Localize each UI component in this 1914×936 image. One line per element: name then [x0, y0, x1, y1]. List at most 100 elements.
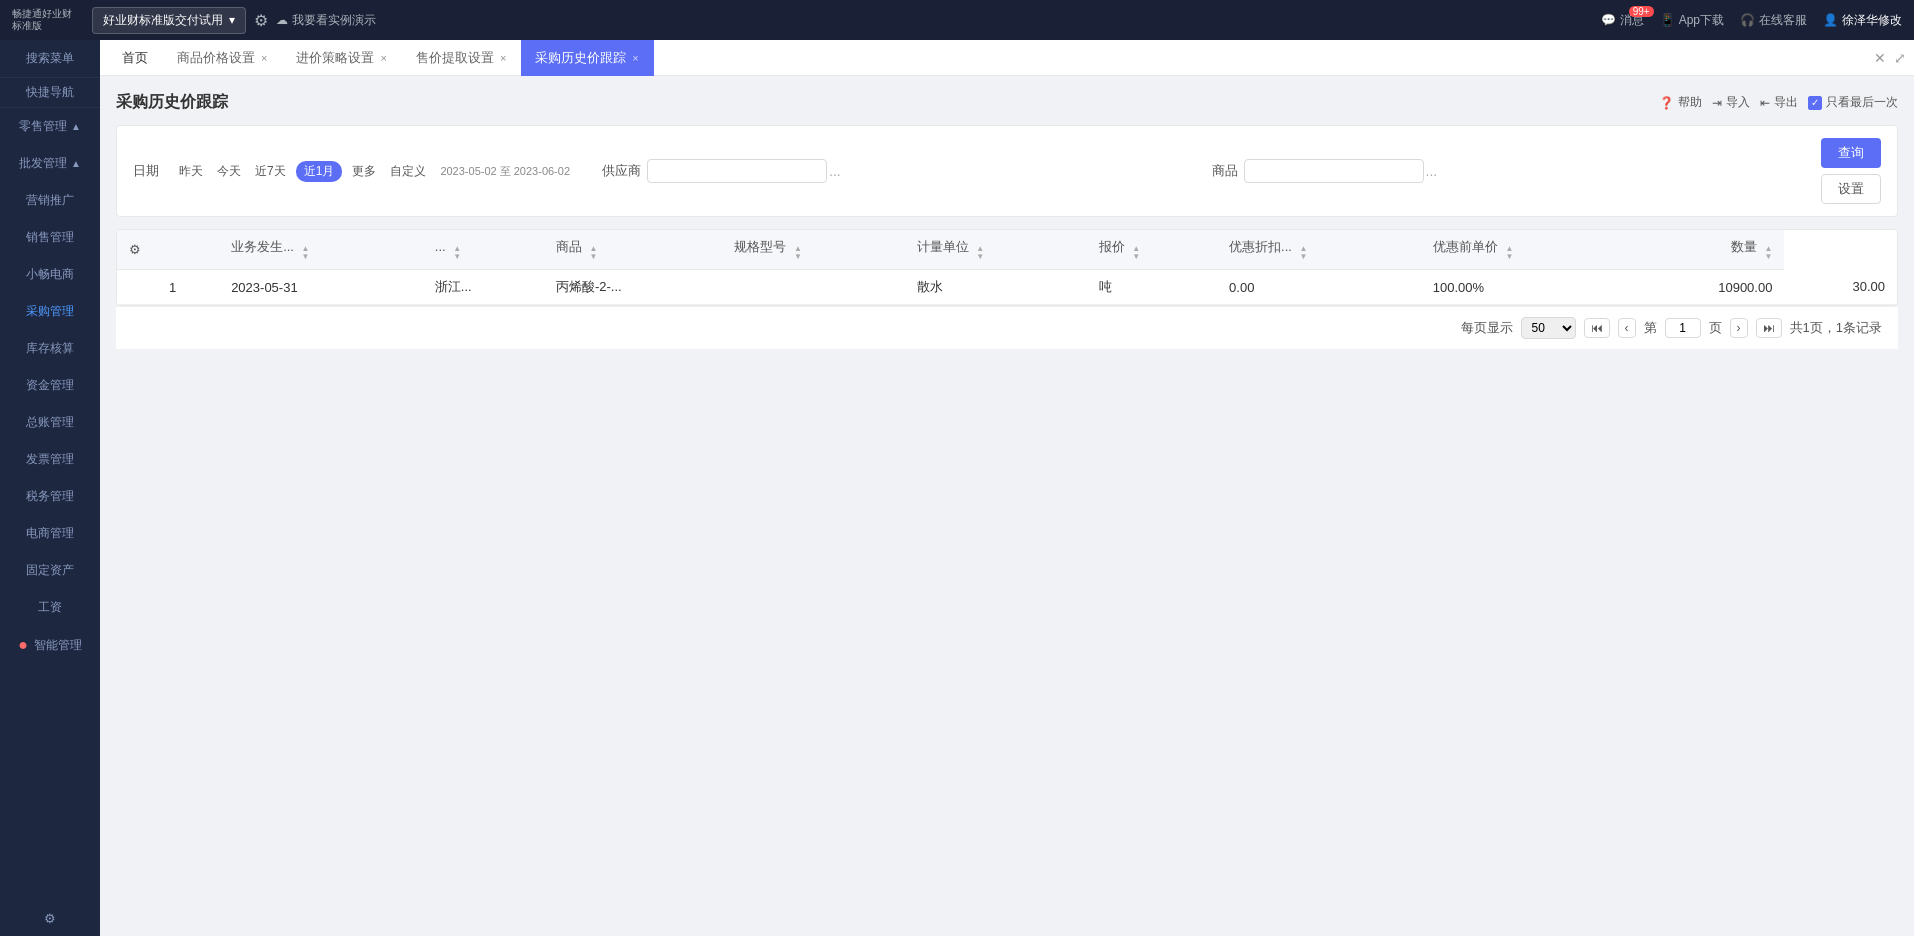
sidebar: 搜索菜单 快捷导航 零售管理 ▲ 批发管理 ▲ 营销推广 销售管理 小畅电商 采…: [0, 40, 100, 936]
next-page-button[interactable]: ›: [1730, 318, 1748, 338]
sidebar-item-retail[interactable]: 零售管理 ▲: [0, 108, 100, 145]
page-number-input[interactable]: [1665, 318, 1701, 338]
last-page-button[interactable]: ⏭: [1756, 318, 1782, 338]
sidebar-item-salary[interactable]: 工资: [0, 589, 100, 626]
table-header-row: ⚙ 业务发生... ▲▼ ... ▲▼: [117, 230, 1897, 270]
prev-page-button[interactable]: ‹: [1618, 318, 1636, 338]
col-goods[interactable]: 商品 ▲▼: [544, 230, 723, 270]
sidebar-item-inventory[interactable]: 库存核算: [0, 330, 100, 367]
sidebar-item-intelligent[interactable]: ● 智能管理: [0, 626, 100, 664]
app-logo: 畅捷通好业财 标准版: [12, 8, 72, 32]
version-selector[interactable]: 好业财标准版交付试用 ▾: [92, 7, 246, 34]
tab-close-all-icon[interactable]: ✕: [1874, 50, 1886, 66]
chevron-down-icon: ▾: [229, 13, 235, 27]
sidebar-item-ecommerce[interactable]: 电商管理: [0, 515, 100, 552]
supplier-label: 供应商: [602, 162, 641, 180]
sidebar-item-ledger[interactable]: 总账管理: [0, 404, 100, 441]
sort-icon: ▲▼: [590, 245, 598, 261]
tab-home[interactable]: 首页: [108, 40, 163, 76]
date-option-7days[interactable]: 近7天: [251, 161, 290, 182]
filter-area: 日期 昨天 今天 近7天 近1月 更多 自定义 2023-05-02 至 202…: [116, 125, 1898, 217]
sidebar-item-label: 发票管理: [26, 451, 74, 468]
cell-discount: 100.00%: [1421, 270, 1629, 305]
cell-unit: 散水: [905, 270, 1087, 305]
per-page-select[interactable]: 50 100 200: [1521, 317, 1576, 339]
sidebar-item-ecommerce-small[interactable]: 小畅电商: [0, 256, 100, 293]
only-last-checkbox-group[interactable]: ✓ 只看最后一次: [1808, 94, 1898, 111]
sidebar-item-fixed-assets[interactable]: 固定资产: [0, 552, 100, 589]
first-page-button[interactable]: ⏮: [1584, 318, 1610, 338]
goods-input[interactable]: [1244, 159, 1424, 183]
goods-filter-group: 商品 ...: [1212, 159, 1805, 183]
date-option-custom[interactable]: 自定义: [386, 161, 430, 182]
sidebar-item-label: 总账管理: [26, 414, 74, 431]
sidebar-item-finance[interactable]: 资金管理: [0, 367, 100, 404]
col-price[interactable]: 报价 ▲▼: [1087, 230, 1217, 270]
tab-price-settings[interactable]: 商品价格设置 ×: [163, 40, 282, 76]
col-spec[interactable]: 规格型号 ▲▼: [722, 230, 904, 270]
sidebar-search[interactable]: 搜索菜单: [0, 40, 100, 78]
tab-close-icon[interactable]: ×: [632, 52, 638, 64]
sidebar-item-wholesale[interactable]: 批发管理 ▲: [0, 145, 100, 182]
cell-quote: 0.00: [1217, 270, 1421, 305]
demo-button[interactable]: ☁ 我要看实例演示: [276, 12, 376, 29]
import-button[interactable]: ⇥ 导入: [1712, 94, 1750, 111]
query-button[interactable]: 查询: [1821, 138, 1881, 168]
sidebar-item-label: 电商管理: [26, 525, 74, 542]
col-no: [157, 230, 219, 270]
tab-close-icon[interactable]: ×: [500, 52, 506, 64]
sidebar-item-sales[interactable]: 销售管理: [0, 219, 100, 256]
tab-purchase-history[interactable]: 采购历史价跟踪 ×: [521, 40, 653, 76]
sidebar-item-label: 税务管理: [26, 488, 74, 505]
date-filter-label: 日期: [133, 162, 159, 180]
date-option-1month[interactable]: 近1月: [296, 161, 343, 182]
date-option-today[interactable]: 今天: [213, 161, 245, 182]
sidebar-item-label: 库存核算: [26, 340, 74, 357]
tab-close-icon[interactable]: ×: [380, 52, 386, 64]
table-container: ⚙ 业务发生... ▲▼ ... ▲▼: [116, 229, 1898, 306]
sidebar-item-invoice[interactable]: 发票管理: [0, 441, 100, 478]
app-download-button[interactable]: 📱 App下载: [1660, 12, 1724, 29]
sidebar-item-purchase[interactable]: 采购管理: [0, 293, 100, 330]
tab-label: 采购历史价跟踪: [535, 49, 626, 67]
help-button[interactable]: ❓ 帮助: [1659, 94, 1702, 111]
settings-button[interactable]: 设置: [1821, 174, 1881, 204]
main-layout: 搜索菜单 快捷导航 零售管理 ▲ 批发管理 ▲ 营销推广 销售管理 小畅电商 采…: [0, 40, 1914, 936]
pagination: 每页显示 50 100 200 ⏮ ‹ 第 页 › ⏭ 共1页，1条记录: [116, 306, 1898, 349]
date-option-yesterday[interactable]: 昨天: [175, 161, 207, 182]
tab-expand-icon[interactable]: ⤢: [1894, 50, 1906, 66]
sort-icon: ▲▼: [453, 245, 461, 261]
sidebar-quick-nav[interactable]: 快捷导航: [0, 78, 100, 108]
export-button[interactable]: ⇤ 导出: [1760, 94, 1798, 111]
sidebar-settings-icon[interactable]: ⚙: [0, 901, 100, 936]
topbar-settings-icon[interactable]: ⚙: [254, 11, 268, 30]
sidebar-item-label: 固定资产: [26, 562, 74, 579]
sidebar-item-label: 智能管理: [34, 637, 82, 654]
only-last-checkbox[interactable]: ✓: [1808, 96, 1822, 110]
col-unit[interactable]: 计量单位 ▲▼: [905, 230, 1087, 270]
date-option-more[interactable]: 更多: [348, 161, 380, 182]
sidebar-item-marketing[interactable]: 营销推广: [0, 182, 100, 219]
cell-more: 浙江...: [423, 270, 544, 305]
col-more[interactable]: ... ▲▼: [423, 230, 544, 270]
sidebar-item-label: 小畅电商: [26, 266, 74, 283]
message-button[interactable]: 💬 消息 99+: [1601, 12, 1644, 29]
user-menu[interactable]: 👤 徐泽华修改: [1823, 12, 1902, 29]
col-pre-discount-price[interactable]: 优惠前单价 ▲▼: [1421, 230, 1629, 270]
expand-icon: ▲: [71, 158, 81, 169]
tab-close-icon[interactable]: ×: [261, 52, 267, 64]
content-area: 首页 商品价格设置 × 进价策略设置 × 售价提取设置 × 采购历史价跟踪 × …: [100, 40, 1914, 936]
col-biz-date[interactable]: 业务发生... ▲▼: [219, 230, 423, 270]
col-quantity[interactable]: 数量 ▲▼: [1629, 230, 1785, 270]
col-discount[interactable]: 优惠折扣... ▲▼: [1217, 230, 1421, 270]
cell-settings: [117, 270, 157, 305]
online-service-button[interactable]: 🎧 在线客服: [1740, 12, 1807, 29]
user-icon: 👤: [1823, 13, 1838, 27]
sidebar-item-tax[interactable]: 税务管理: [0, 478, 100, 515]
tab-purchase-strategy[interactable]: 进价策略设置 ×: [282, 40, 401, 76]
supplier-more-icon[interactable]: ...: [829, 163, 841, 179]
supplier-input[interactable]: [647, 159, 827, 183]
goods-more-icon[interactable]: ...: [1426, 163, 1438, 179]
tab-sale-price[interactable]: 售价提取设置 ×: [402, 40, 521, 76]
table-settings-icon[interactable]: ⚙: [129, 242, 141, 257]
